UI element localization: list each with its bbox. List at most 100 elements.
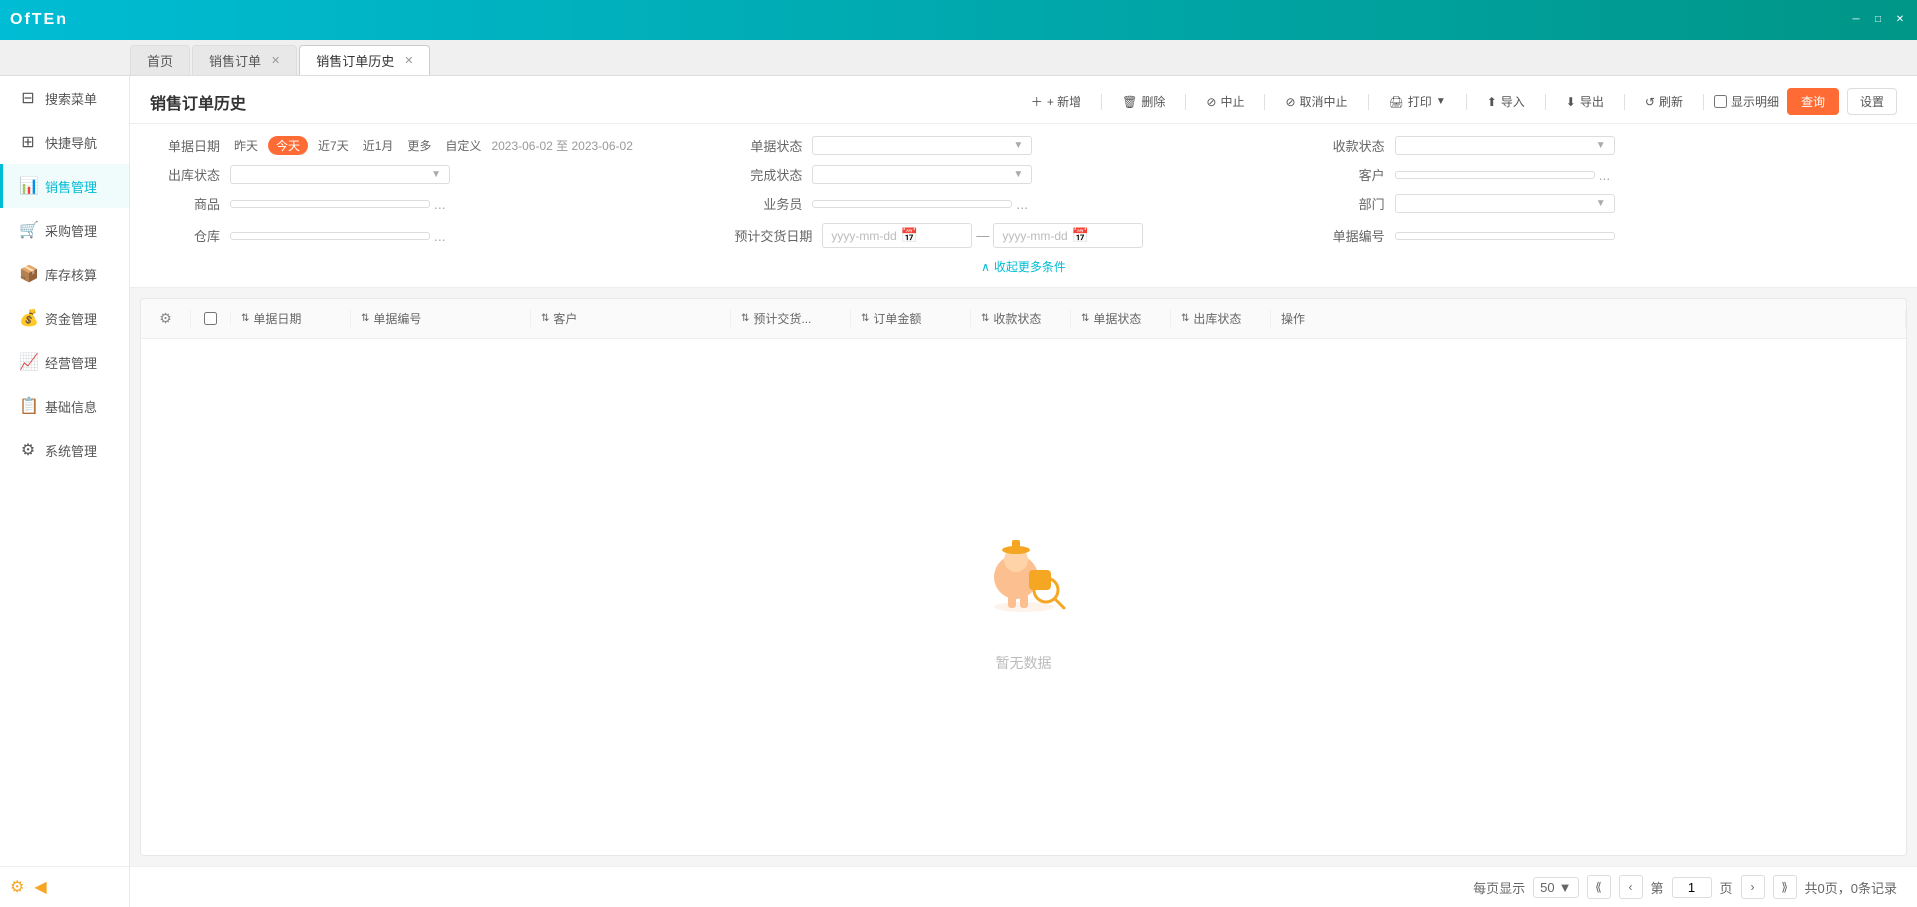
delivery-date-from-input[interactable]: yyyy-mm-dd 📅	[822, 223, 972, 248]
col-header-date[interactable]: ⇅ 单据日期	[231, 310, 351, 327]
tab-sales-order[interactable]: 销售订单 ✕	[192, 45, 297, 75]
delivery-date-to-input[interactable]: yyyy-mm-dd 📅	[993, 223, 1143, 248]
col-amount-sort-icon: ⇅	[861, 313, 869, 324]
col-action-label: 操作	[1281, 310, 1305, 327]
receipt-status-select[interactable]: ▼	[1395, 136, 1615, 155]
tab-home[interactable]: 首页	[130, 45, 190, 75]
delete-icon: 🗑	[1122, 95, 1137, 109]
collapse-arrow-icon: ∧	[981, 260, 990, 274]
col-delivery-label: 预计交货...	[753, 310, 811, 327]
date-option-custom[interactable]: 自定义	[441, 136, 485, 155]
print-button[interactable]: 🖨 打印 ▼	[1379, 89, 1456, 114]
tab-sales-order-history[interactable]: 销售订单历史 ✕	[299, 45, 430, 75]
delivery-date-label: 预计交货日期	[732, 226, 822, 245]
sidebar-item-finance-label: 资金管理	[45, 309, 97, 328]
col-settings-gear-icon[interactable]: ⚙	[159, 310, 172, 327]
sidebar-item-sales-mgmt[interactable]: 📊 销售管理	[0, 164, 129, 208]
settings-button[interactable]: 设置	[1847, 88, 1897, 115]
page-number-input[interactable]	[1672, 877, 1712, 898]
customer-dots[interactable]: ...	[1595, 167, 1615, 183]
docno-input[interactable]	[1395, 232, 1615, 240]
query-label: 查询	[1801, 93, 1825, 110]
sidebar-item-sales-mgmt-label: 销售管理	[45, 177, 97, 196]
next-page-btn[interactable]: ›	[1741, 875, 1765, 899]
cancel-stop-button[interactable]: ⊘ 取消中止	[1275, 89, 1357, 114]
page-size-value: 50	[1540, 880, 1554, 895]
sidebar-bottom: ⚙ ◀	[0, 866, 129, 907]
last-page-btn[interactable]: ⟫	[1773, 875, 1797, 899]
first-page-btn[interactable]: ⟪	[1587, 875, 1611, 899]
product-dots[interactable]: ...	[430, 196, 450, 212]
dept-label: 部门	[1315, 194, 1395, 213]
stop-button[interactable]: ⊘ 中止	[1196, 89, 1254, 114]
window-controls: ─ □ ✕	[1849, 13, 1907, 27]
sidebar-item-purchase-mgmt[interactable]: 🛒 采购管理	[0, 208, 129, 252]
sidebar-item-sys-mgmt[interactable]: ⚙ 系统管理	[0, 428, 129, 472]
col-header-amount[interactable]: ⇅ 订单金额	[851, 310, 971, 327]
collapse-row[interactable]: ∧ 收起更多条件	[150, 258, 1897, 275]
sidebar-collapse-icon[interactable]: ◀	[34, 877, 46, 897]
date-option-yesterday[interactable]: 昨天	[230, 136, 262, 155]
tab-sales-order-close[interactable]: ✕	[271, 54, 280, 67]
page-label: 第	[1651, 878, 1664, 897]
delete-button[interactable]: 🗑 删除	[1112, 89, 1175, 114]
import-button[interactable]: ⬆ 导入	[1477, 89, 1535, 114]
date-option-1month[interactable]: 近1月	[359, 136, 398, 155]
col-header-settings[interactable]: ⚙	[141, 310, 191, 327]
date-filter-label: 单据日期	[150, 136, 230, 155]
complete-status-filter-cell: 完成状态 ▼	[732, 165, 1314, 184]
delivery-date-from-calendar-icon[interactable]: 📅	[901, 227, 918, 244]
date-option-today[interactable]: 今天	[268, 136, 308, 155]
col-header-receipt[interactable]: ⇅ 收款状态	[971, 310, 1071, 327]
dept-select[interactable]: ▼	[1395, 194, 1615, 213]
col-header-check[interactable]	[191, 312, 231, 325]
import-label: 导入	[1501, 93, 1525, 110]
complete-status-select[interactable]: ▼	[812, 165, 1032, 184]
show-detail-checkbox[interactable]	[1714, 95, 1727, 108]
sidebar-item-inventory[interactable]: 📦 库存核算	[0, 252, 129, 296]
page-header: 销售订单历史 ＋ + 新增 🗑 删除 ⊘ 中止 ⊘	[130, 76, 1917, 124]
print-label: 打印	[1408, 93, 1432, 110]
out-status-select[interactable]: ▼	[230, 165, 450, 184]
sidebar-item-finance[interactable]: 💰 资金管理	[0, 296, 129, 340]
query-button[interactable]: 查询	[1787, 88, 1839, 115]
toolbar-sep-6	[1545, 94, 1546, 110]
warehouse-dots[interactable]: ...	[430, 228, 450, 244]
product-input[interactable]	[230, 200, 430, 208]
col-header-delivery[interactable]: ⇅ 预计交货...	[731, 310, 851, 327]
customer-input[interactable]	[1395, 171, 1595, 179]
col-header-docstatus[interactable]: ⇅ 单据状态	[1071, 310, 1171, 327]
date-option-7days[interactable]: 近7天	[314, 136, 353, 155]
sidebar-settings-icon[interactable]: ⚙	[10, 877, 24, 897]
salesperson-input[interactable]	[812, 200, 1012, 208]
tab-home-label: 首页	[147, 51, 173, 70]
doc-status-select[interactable]: ▼	[812, 136, 1032, 155]
sidebar-item-search-menu[interactable]: ⊟ 搜索菜单	[0, 76, 129, 120]
add-button[interactable]: ＋ + 新增	[1021, 89, 1091, 114]
close-btn[interactable]: ✕	[1893, 13, 1907, 27]
sidebar-item-quick-nav[interactable]: ⊞ 快捷导航	[0, 120, 129, 164]
add-label: + 新增	[1047, 93, 1081, 110]
date-option-more[interactable]: 更多	[403, 136, 435, 155]
select-all-checkbox[interactable]	[204, 312, 217, 325]
col-header-customer[interactable]: ⇅ 客户	[531, 310, 731, 327]
prev-page-btn[interactable]: ‹	[1619, 875, 1643, 899]
sidebar-item-basic-info[interactable]: 📋 基础信息	[0, 384, 129, 428]
salesperson-dots[interactable]: ...	[1012, 196, 1032, 212]
warehouse-input[interactable]	[230, 232, 430, 240]
col-header-docno[interactable]: ⇅ 单据编号	[351, 310, 531, 327]
page-size-select[interactable]: 50 ▼	[1533, 877, 1578, 898]
delivery-date-to-calendar-icon[interactable]: 📅	[1072, 227, 1089, 244]
customer-filter-cell: 客户 ...	[1315, 165, 1897, 184]
toolbar-sep-3	[1264, 94, 1265, 110]
maximize-btn[interactable]: □	[1871, 13, 1885, 27]
sales-mgmt-icon: 📊	[19, 176, 37, 196]
sidebar-item-operations[interactable]: 📈 经营管理	[0, 340, 129, 384]
tab-sales-order-history-close[interactable]: ✕	[404, 54, 413, 67]
minimize-btn[interactable]: ─	[1849, 13, 1863, 27]
refresh-button[interactable]: ↺ 刷新	[1635, 89, 1693, 114]
col-header-outstatus[interactable]: ⇅ 出库状态	[1171, 310, 1271, 327]
complete-status-arrow: ▼	[1013, 169, 1023, 180]
export-button[interactable]: ⬇ 导出	[1556, 89, 1614, 114]
cancel-stop-icon: ⊘	[1285, 95, 1295, 109]
